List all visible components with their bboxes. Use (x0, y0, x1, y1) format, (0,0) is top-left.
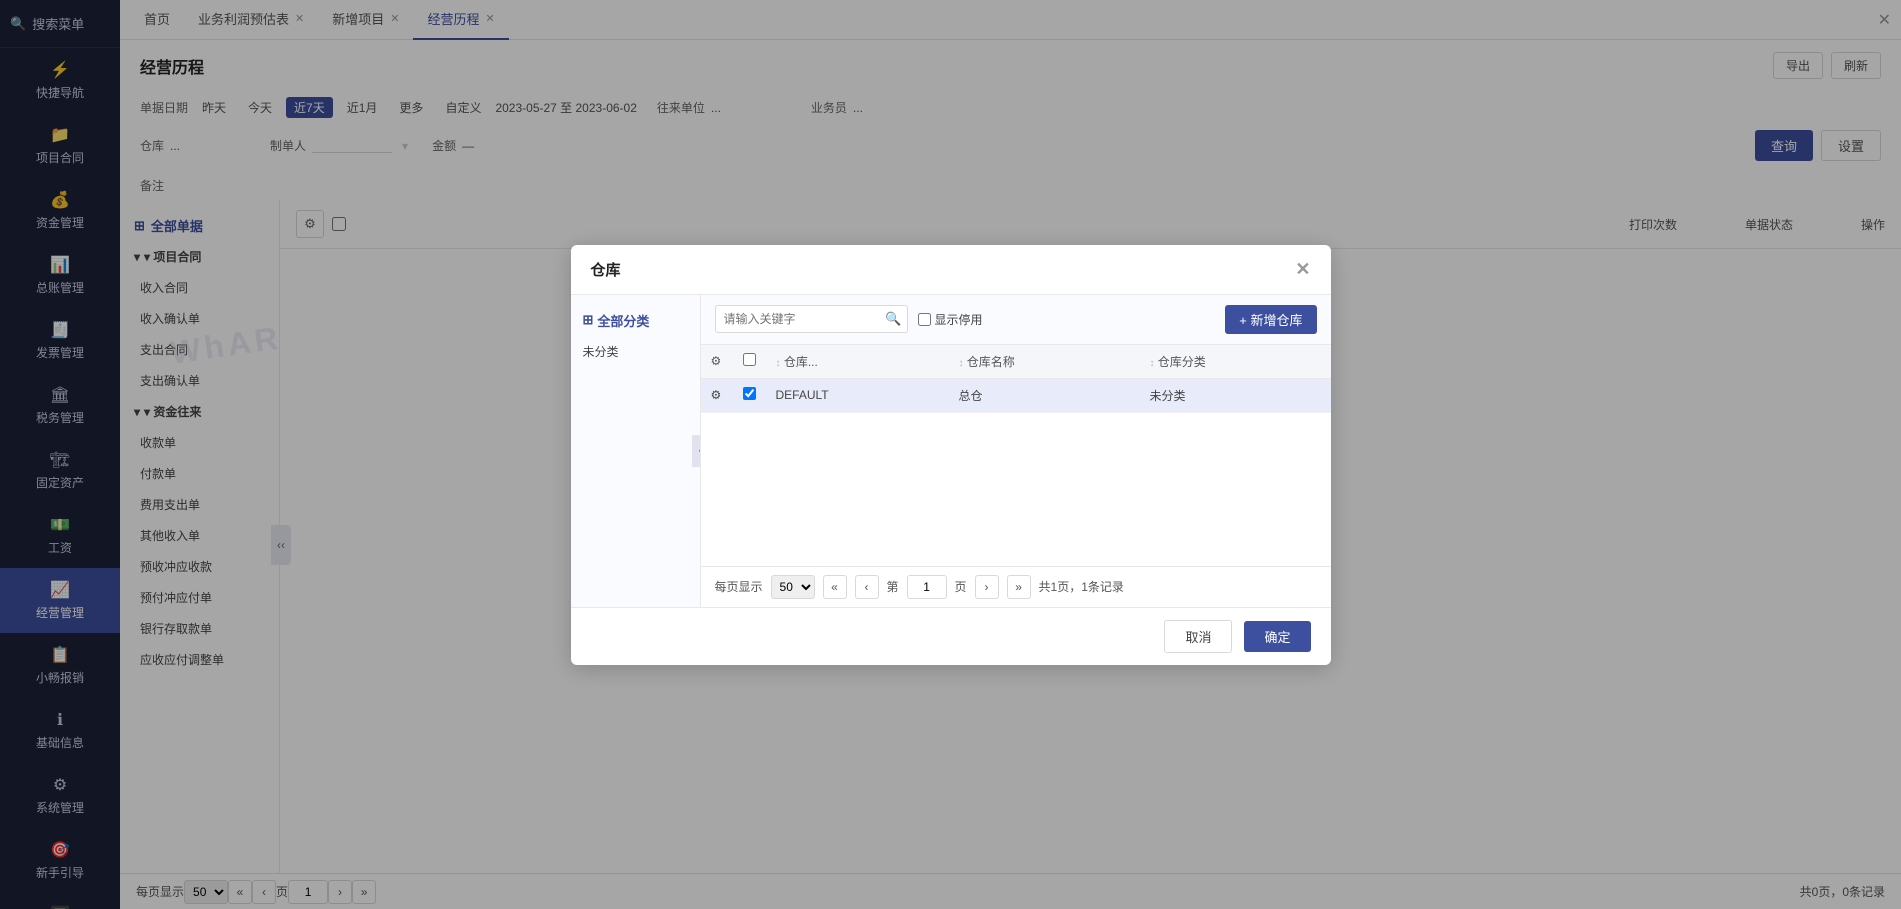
modal-header: 仓库 ✕ (571, 245, 1331, 295)
row-checkbox[interactable] (743, 387, 756, 400)
add-warehouse-button[interactable]: + 新增仓库 (1225, 305, 1316, 334)
row-name-cell: 总仓 (948, 378, 1139, 412)
row-checkbox-cell (733, 378, 766, 412)
modal-table-head: ⚙ ↕ 仓库... ↕ (701, 345, 1331, 379)
warehouse-modal: 仓库 ✕ ⊞ 全部分类 ‹ 未分类 🔍 (571, 245, 1331, 665)
modal-next-page-btn[interactable]: › (975, 575, 999, 599)
row-code-cell: DEFAULT (766, 378, 949, 412)
modal-close-button[interactable]: ✕ (1295, 260, 1310, 278)
col-name-sort-icon[interactable]: ↕ (958, 358, 963, 369)
modal-footer: 取消 确定 (571, 607, 1331, 665)
row-name-value: 总仓 (958, 389, 982, 403)
row-settings-cell: ⚙ (701, 378, 733, 412)
modal-left-panel: ⊞ 全部分类 ‹ 未分类 (571, 295, 701, 607)
col-settings-icon[interactable]: ⚙ (711, 354, 722, 368)
show-disabled-checkbox[interactable] (918, 313, 931, 326)
modal-toolbar: 🔍 显示停用 + 新增仓库 (701, 295, 1331, 345)
row-category-value: 未分类 (1149, 389, 1185, 403)
modal-page-label: 第 (887, 578, 899, 595)
modal-table: ⚙ ↕ 仓库... ↕ (701, 345, 1331, 413)
modal-last-page-btn[interactable]: » (1007, 575, 1031, 599)
modal-overlay[interactable]: 仓库 ✕ ⊞ 全部分类 ‹ 未分类 🔍 (0, 0, 1901, 909)
row-code-value: DEFAULT (776, 388, 829, 402)
select-all-modal-checkbox[interactable] (743, 353, 756, 366)
modal-page-size-select[interactable]: 50 (771, 575, 815, 599)
show-disabled-checkbox-label[interactable]: 显示停用 (918, 311, 983, 328)
modal-left-title: 全部分类 (597, 311, 649, 330)
col-code-sort-icon[interactable]: ↕ (776, 358, 781, 369)
col-warehouse-name: ↕ 仓库名称 (948, 345, 1139, 379)
modal-left-item-unclassified[interactable]: 未分类 (571, 336, 700, 367)
modal-table-header-row: ⚙ ↕ 仓库... ↕ (701, 345, 1331, 379)
col-warehouse-code: ↕ 仓库... (766, 345, 949, 379)
col-cat-sort-icon[interactable]: ↕ (1149, 358, 1154, 369)
modal-table-wrap: ⚙ ↕ 仓库... ↕ (701, 345, 1331, 566)
modal-left-collapse-btn[interactable]: ‹ (692, 435, 701, 467)
row-category-cell: 未分类 (1139, 378, 1330, 412)
modal-left-header: ⊞ 全部分类 (571, 305, 700, 336)
grid-icon-modal: ⊞ (583, 312, 594, 328)
show-disabled-label: 显示停用 (935, 311, 983, 328)
modal-page-suffix: 页 (955, 578, 967, 595)
modal-page-size-label: 每页显示 (715, 578, 763, 595)
modal-total-label: 共1页，1条记录 (1039, 578, 1124, 595)
col-checkbox-header (733, 345, 766, 379)
modal-page-input[interactable] (907, 575, 947, 599)
cancel-button[interactable]: 取消 (1164, 620, 1232, 653)
modal-pagination: 每页显示 50 « ‹ 第 页 › » 共1页，1条记录 (701, 566, 1331, 607)
modal-right: 🔍 显示停用 + 新增仓库 ⚙ (701, 295, 1331, 607)
col-settings: ⚙ (701, 345, 733, 379)
col-warehouse-category: ↕ 仓库分类 (1139, 345, 1330, 379)
row-settings-icon[interactable]: ⚙ (711, 388, 722, 402)
modal-body: ⊞ 全部分类 ‹ 未分类 🔍 显示停用 (571, 295, 1331, 607)
modal-search-input[interactable] (715, 305, 908, 333)
modal-first-page-btn[interactable]: « (823, 575, 847, 599)
search-icon-btn[interactable]: 🔍 (885, 311, 901, 327)
search-wrapper: 🔍 (715, 305, 908, 333)
modal-prev-page-btn[interactable]: ‹ (855, 575, 879, 599)
table-row[interactable]: ⚙ DEFAULT 总仓 (701, 378, 1331, 412)
modal-title: 仓库 (591, 259, 621, 280)
modal-table-body: ⚙ DEFAULT 总仓 (701, 378, 1331, 412)
confirm-button[interactable]: 确定 (1244, 621, 1310, 652)
